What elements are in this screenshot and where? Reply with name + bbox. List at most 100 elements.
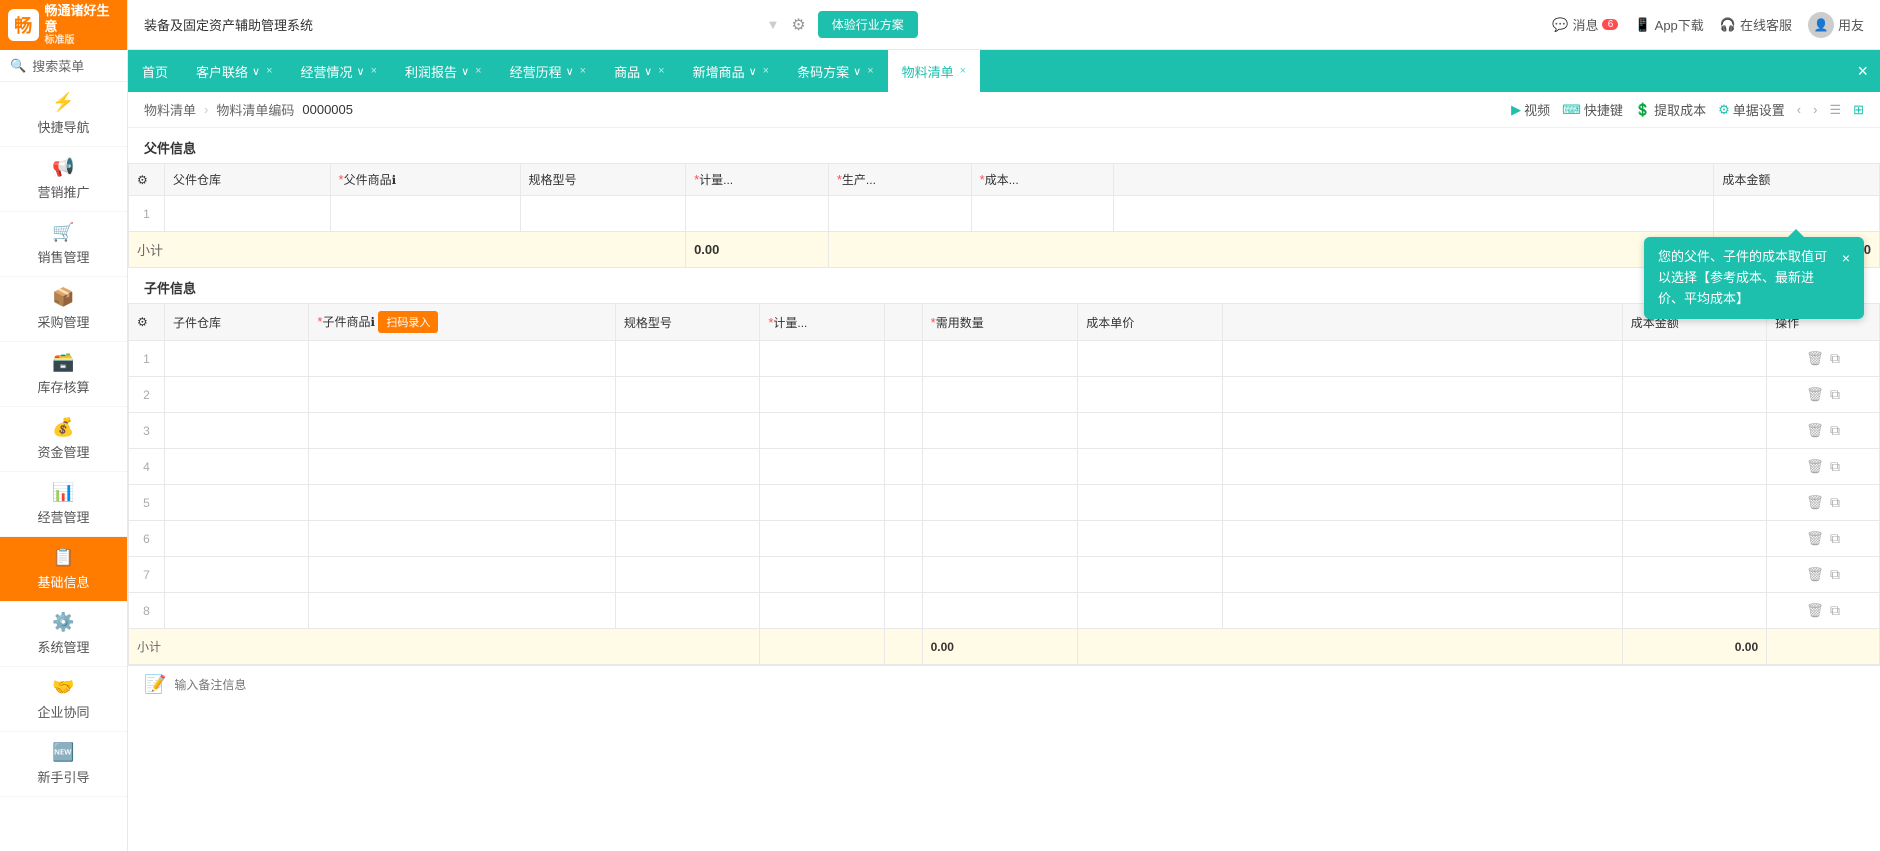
tab-operation-status[interactable]: 经营情况 ∨ ×: [287, 50, 392, 92]
child-product-8[interactable]: [309, 593, 615, 629]
child-product-6[interactable]: [309, 521, 615, 557]
parent-warehouse-1[interactable]: [165, 196, 331, 232]
scan-btn[interactable]: 扫码录入: [378, 311, 438, 333]
gear-icon[interactable]: ⚙: [791, 15, 805, 35]
child-product-4[interactable]: [309, 449, 615, 485]
remark-input[interactable]: [174, 678, 1864, 692]
video-btn[interactable]: ▶ 视频: [1511, 100, 1550, 119]
tab-new-product[interactable]: 新增商品 ∨ ×: [679, 50, 784, 92]
delete-icon-6[interactable]: 🗑: [1806, 530, 1824, 547]
child-unit-cost-8[interactable]: [1078, 593, 1222, 629]
child-unit-cost-1[interactable]: [1078, 341, 1222, 377]
child-spec-8[interactable]: [615, 593, 759, 629]
parent-unit-1[interactable]: [686, 196, 829, 232]
tab-customer-close[interactable]: ×: [266, 65, 272, 77]
child-warehouse-7[interactable]: [165, 557, 309, 593]
delete-icon-8[interactable]: 🗑: [1806, 602, 1824, 619]
copy-icon-7[interactable]: ⧉: [1830, 566, 1840, 583]
tab-bom-close[interactable]: ×: [960, 65, 966, 77]
parent-col-setting[interactable]: ⚙: [129, 164, 165, 196]
copy-icon-8[interactable]: ⧉: [1830, 602, 1840, 619]
shortcut-btn[interactable]: ⌨ 快捷键: [1562, 100, 1623, 119]
child-qty-8[interactable]: [922, 593, 1078, 629]
sidebar-item-sales[interactable]: 🛒 销售管理: [0, 212, 127, 277]
child-product-2[interactable]: [309, 377, 615, 413]
child-warehouse-5[interactable]: [165, 485, 309, 521]
child-unit-6[interactable]: [760, 521, 885, 557]
tab-barcode-close[interactable]: ×: [867, 65, 873, 77]
child-spec-2[interactable]: [615, 377, 759, 413]
single-setting-btn[interactable]: ⚙ 单据设置: [1718, 100, 1785, 119]
child-unit-cost-3[interactable]: [1078, 413, 1222, 449]
sidebar-item-quick-nav[interactable]: ⚡ 快捷导航: [0, 82, 127, 147]
sidebar-item-basic[interactable]: 📋 基础信息: [0, 537, 127, 602]
child-spec-5[interactable]: [615, 485, 759, 521]
parent-product-1[interactable]: [330, 196, 520, 232]
tab-home[interactable]: 首页: [128, 50, 182, 92]
child-qty-2[interactable]: [922, 377, 1078, 413]
child-unit-cost-5[interactable]: [1078, 485, 1222, 521]
child-product-5[interactable]: [309, 485, 615, 521]
child-unit-cost-7[interactable]: [1078, 557, 1222, 593]
tab-profit-close[interactable]: ×: [475, 65, 481, 77]
delete-icon-4[interactable]: 🗑: [1806, 458, 1824, 475]
child-unit-cost-2[interactable]: [1078, 377, 1222, 413]
delete-icon-5[interactable]: 🗑: [1806, 494, 1824, 511]
tab-op-status-close[interactable]: ×: [371, 65, 377, 77]
child-col-setting[interactable]: ⚙: [129, 304, 165, 341]
copy-icon-6[interactable]: ⧉: [1830, 530, 1840, 547]
sidebar-item-operation[interactable]: 📊 经营管理: [0, 472, 127, 537]
tab-bom[interactable]: 物料清单 ×: [888, 50, 980, 92]
child-unit-5[interactable]: [760, 485, 885, 521]
cost-btn[interactable]: 💲 提取成本: [1635, 100, 1706, 119]
sidebar-item-guide[interactable]: 🆕 新手引导: [0, 732, 127, 797]
tab-products-close[interactable]: ×: [658, 65, 664, 77]
delete-icon-3[interactable]: 🗑: [1806, 422, 1824, 439]
child-product-1[interactable]: [309, 341, 615, 377]
child-spec-3[interactable]: [615, 413, 759, 449]
list-view-icon[interactable]: ☰: [1829, 102, 1841, 118]
sidebar-item-purchase[interactable]: 📦 采购管理: [0, 277, 127, 342]
grid-view-icon[interactable]: ⊞: [1853, 102, 1864, 118]
delete-icon-7[interactable]: 🗑: [1806, 566, 1824, 583]
child-product-3[interactable]: [309, 413, 615, 449]
child-qty-7[interactable]: [922, 557, 1078, 593]
child-unit-4[interactable]: [760, 449, 885, 485]
online-service-btn[interactable]: 🎧 在线客服: [1720, 15, 1792, 34]
child-product-7[interactable]: [309, 557, 615, 593]
child-spec-6[interactable]: [615, 521, 759, 557]
tab-customer[interactable]: 客户联络 ∨ ×: [182, 50, 287, 92]
message-btn[interactable]: 💬 消息 6: [1552, 15, 1618, 34]
sidebar-item-marketing[interactable]: 📢 营销推广: [0, 147, 127, 212]
sidebar-item-inventory[interactable]: 🗃️ 库存核算: [0, 342, 127, 407]
child-spec-1[interactable]: [615, 341, 759, 377]
child-unit-8[interactable]: [760, 593, 885, 629]
child-qty-1[interactable]: [922, 341, 1078, 377]
user-menu[interactable]: 👤 用友: [1808, 12, 1864, 38]
child-unit-1[interactable]: [760, 341, 885, 377]
child-spec-7[interactable]: [615, 557, 759, 593]
tab-new-product-close[interactable]: ×: [763, 65, 769, 77]
sidebar-item-coop[interactable]: 🤝 企业协同: [0, 667, 127, 732]
parent-spec-1[interactable]: [520, 196, 686, 232]
tab-products[interactable]: 商品 ∨ ×: [600, 50, 679, 92]
tooltip-close-btn[interactable]: ×: [1842, 247, 1850, 269]
child-qty-3[interactable]: [922, 413, 1078, 449]
child-warehouse-2[interactable]: [165, 377, 309, 413]
tab-profit-report[interactable]: 利润报告 ∨ ×: [391, 50, 496, 92]
sidebar-item-system[interactable]: ⚙️ 系统管理: [0, 602, 127, 667]
tab-op-hist-close[interactable]: ×: [580, 65, 586, 77]
child-unit-7[interactable]: [760, 557, 885, 593]
close-all-tabs[interactable]: ×: [1845, 50, 1880, 92]
delete-icon-2[interactable]: 🗑: [1806, 386, 1824, 403]
child-unit-cost-6[interactable]: [1078, 521, 1222, 557]
copy-icon-5[interactable]: ⧉: [1830, 494, 1840, 511]
child-qty-5[interactable]: [922, 485, 1078, 521]
child-warehouse-6[interactable]: [165, 521, 309, 557]
app-download-btn[interactable]: 📱 App下载: [1634, 15, 1703, 34]
child-warehouse-8[interactable]: [165, 593, 309, 629]
child-spec-4[interactable]: [615, 449, 759, 485]
child-qty-4[interactable]: [922, 449, 1078, 485]
tab-operation-history[interactable]: 经营历程 ∨ ×: [496, 50, 601, 92]
trial-button[interactable]: 体验行业方案: [818, 11, 918, 38]
